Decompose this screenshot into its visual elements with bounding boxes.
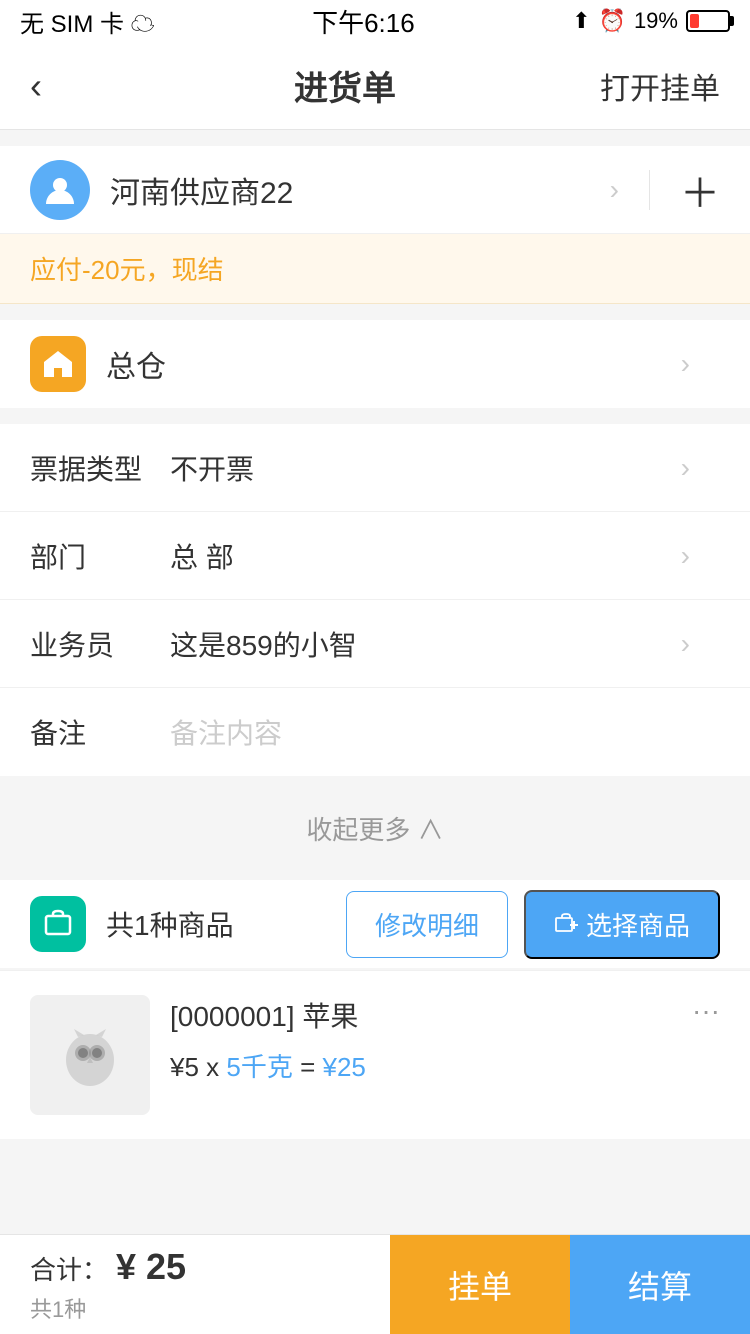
product-info: [0000001] 苹果 ¥5 x 5千克 = ¥25 <box>170 995 660 1084</box>
cart-icon <box>42 908 74 940</box>
divider-1 <box>0 130 750 146</box>
edit-detail-button[interactable]: 修改明细 <box>346 891 508 958</box>
warehouse-name: 总仓 <box>106 342 681 386</box>
multiply-sign: x <box>206 1052 226 1082</box>
product-thumbnail <box>30 995 150 1115</box>
page-title: 进货单 <box>294 61 396 110</box>
total-amount: ¥ 25 <box>116 1246 186 1288</box>
chevron-right-icon: › <box>610 174 619 206</box>
dept-chevron-icon: › <box>681 540 690 572</box>
warehouse-chevron-icon: › <box>681 348 690 380</box>
remark-label: 备注 <box>30 712 150 752</box>
remark-row[interactable]: 备注 备注内容 <box>0 688 750 776</box>
sales-label: 业务员 <box>30 624 150 664</box>
notice-text: 应付-20元，现结 <box>30 255 224 285</box>
supplier-avatar <box>30 160 90 220</box>
dept-label: 部门 <box>30 536 150 576</box>
equals-sign: = <box>300 1052 322 1082</box>
sales-row[interactable]: 业务员 这是859的小智 › <box>0 600 750 688</box>
status-time: 下午6:16 <box>312 3 415 40</box>
status-right: ⬆ ⏰ 19% <box>572 8 730 34</box>
person-icon <box>42 172 78 208</box>
cart-add-icon <box>554 912 578 936</box>
footer-total: 合计： ¥ 25 共1种 <box>0 1246 390 1324</box>
warehouse-section: 总仓 › <box>0 320 750 408</box>
status-left: 无 SIM 卡 ☁ <box>20 4 155 39</box>
pending-button[interactable]: 挂单 <box>390 1235 570 1334</box>
dept-value: 总 部 <box>150 536 681 576</box>
house-icon <box>42 348 74 380</box>
settle-button[interactable]: 结算 <box>570 1235 750 1334</box>
product-more-button[interactable]: ··· <box>660 995 720 1027</box>
back-button[interactable]: ‹ <box>30 65 90 107</box>
owl-logo <box>50 1015 130 1095</box>
total-label: 合计： <box>30 1250 108 1287</box>
product-name: [0000001] 苹果 <box>170 995 660 1035</box>
footer-count: 共1种 <box>30 1292 360 1324</box>
invoice-chevron-icon: › <box>681 452 690 484</box>
product-count-text: 共1种商品 <box>106 904 346 944</box>
footer: 合计： ¥ 25 共1种 挂单 结算 <box>0 1234 750 1334</box>
supplier-row[interactable]: 河南供应商22 › ＋ <box>0 146 750 234</box>
invoice-value: 不开票 <box>150 448 681 488</box>
battery-icon <box>686 10 730 32</box>
dept-row[interactable]: 部门 总 部 › <box>0 512 750 600</box>
collapse-more-button[interactable]: 收起更多 ∧ <box>0 792 750 864</box>
sales-value: 这是859的小智 <box>150 624 681 664</box>
signal-text: 无 SIM 卡 ☁ <box>20 4 155 39</box>
warehouse-row[interactable]: 总仓 › <box>0 320 750 408</box>
status-bar: 无 SIM 卡 ☁ 下午6:16 ⬆ ⏰ 19% <box>0 0 750 42</box>
product-item: [0000001] 苹果 ¥5 x 5千克 = ¥25 ··· <box>0 970 750 1139</box>
product-code: [0000001] <box>170 1001 295 1032</box>
notice-bar: 应付-20元，现结 <box>0 234 750 304</box>
invoice-label: 票据类型 <box>30 448 150 488</box>
product-title: 苹果 <box>302 1001 358 1032</box>
select-product-label: 选择商品 <box>586 906 690 943</box>
alarm-icon: ⏰ <box>599 8 626 34</box>
product-count-icon <box>30 896 86 952</box>
form-section: 票据类型 不开票 › 部门 总 部 › 业务员 这是859的小智 › 备注 备注… <box>0 424 750 776</box>
location-icon: ⬆ <box>572 8 590 34</box>
warehouse-icon <box>30 336 86 392</box>
sales-chevron-icon: › <box>681 628 690 660</box>
divider-2 <box>0 304 750 320</box>
product-price: ¥5 x 5千克 = ¥25 <box>170 1047 660 1084</box>
nav-bar: ‹ 进货单 打开挂单 <box>0 42 750 130</box>
product-header: 共1种商品 修改明细 选择商品 <box>0 880 750 968</box>
add-supplier-button[interactable]: ＋ <box>680 161 720 219</box>
quantity: 5千克 <box>226 1052 292 1082</box>
product-total: ¥25 <box>323 1052 366 1082</box>
supplier-section: 河南供应商22 › ＋ 应付-20元，现结 <box>0 146 750 304</box>
footer-total-row: 合计： ¥ 25 <box>30 1246 360 1288</box>
invoice-row[interactable]: 票据类型 不开票 › <box>0 424 750 512</box>
open-pending-button[interactable]: 打开挂单 <box>600 64 720 108</box>
supplier-name: 河南供应商22 <box>110 168 610 212</box>
unit-price: ¥5 <box>170 1052 199 1082</box>
remark-input[interactable]: 备注内容 <box>150 712 720 752</box>
battery-text: 19% <box>634 8 678 34</box>
select-product-button[interactable]: 选择商品 <box>524 890 720 959</box>
vertical-divider <box>649 170 650 210</box>
collapse-label: 收起更多 ∧ <box>306 810 443 847</box>
